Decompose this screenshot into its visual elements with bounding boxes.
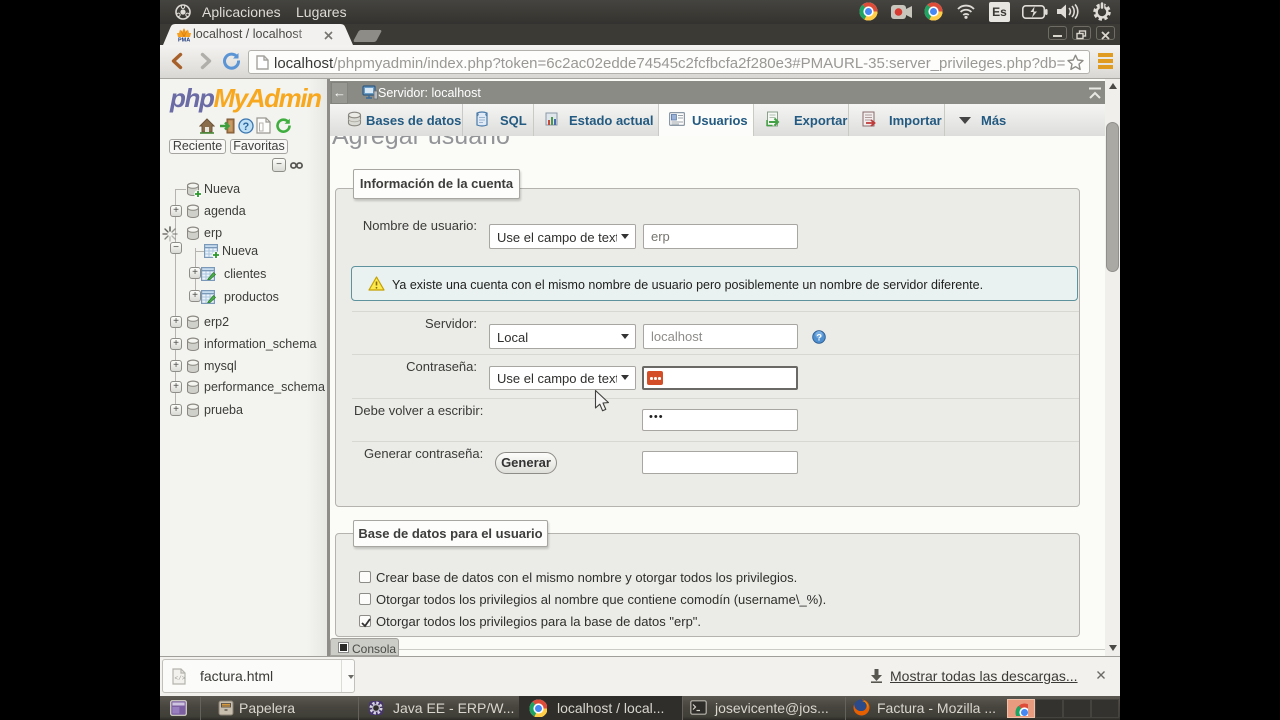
- svg-text:PMA: PMA: [178, 38, 190, 43]
- svg-text:?: ?: [243, 121, 250, 133]
- svg-text:</>: </>: [175, 675, 186, 682]
- svg-text:?: ?: [816, 333, 822, 343]
